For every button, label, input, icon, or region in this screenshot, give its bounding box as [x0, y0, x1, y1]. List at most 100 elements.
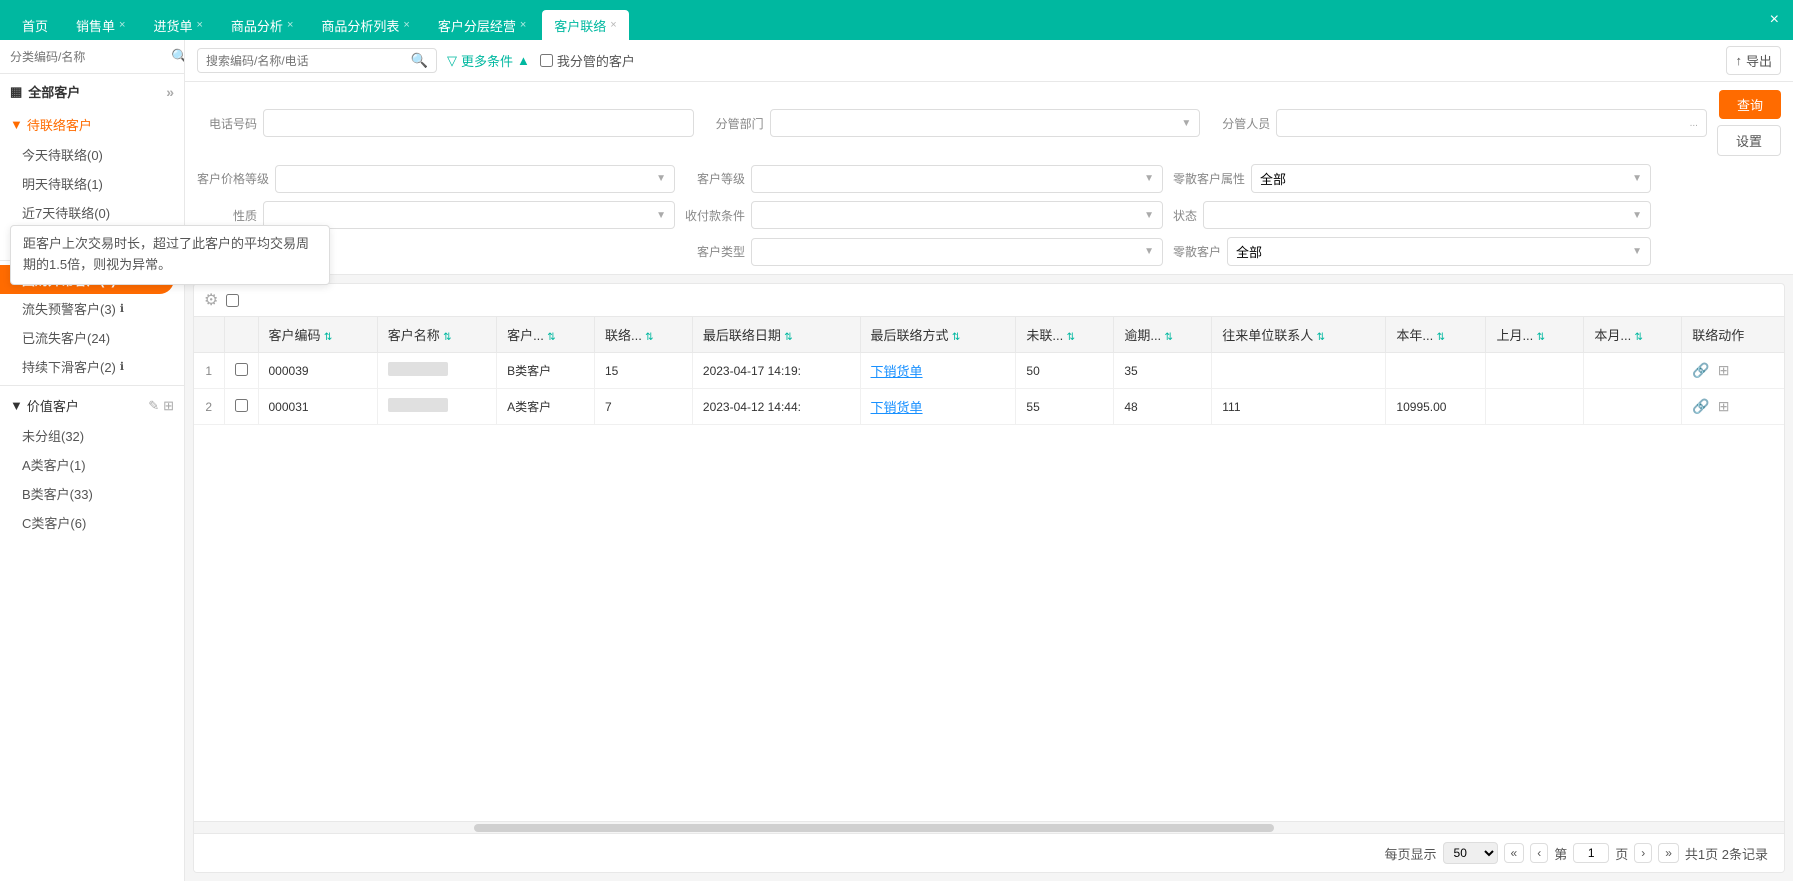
sort-code-icon[interactable]: ⇅ [324, 332, 332, 343]
query-button[interactable]: 查询 [1719, 90, 1781, 119]
payment-select[interactable]: ▼ [751, 201, 1163, 229]
sidebar-search-icon[interactable]: 🔍 [171, 48, 185, 65]
more-conditions-button[interactable]: ▽ 更多条件 ▲ [447, 51, 530, 70]
action-icons-1: 🔗 ⊞ [1692, 362, 1774, 379]
sort-last-month-icon[interactable]: ⇅ [1537, 332, 1545, 343]
sidebar-item-continuous-decline[interactable]: 持续下滑客户(2) ℹ [0, 352, 184, 381]
branch-dept-select[interactable]: ▼ [770, 109, 1201, 137]
sidebar-item-class-c[interactable]: C类客户(6) [0, 508, 184, 537]
action-link-icon-2[interactable]: 🔗 [1692, 398, 1709, 415]
row-actions-1: 🔗 ⊞ [1682, 353, 1784, 389]
horizontal-scrollbar[interactable] [194, 821, 1784, 833]
close-customer-tier-tab[interactable]: × [520, 19, 526, 31]
group-expand-icon[interactable]: ⊞ [163, 398, 174, 414]
tab-purchase[interactable]: 进货单 × [141, 10, 214, 40]
all-customers-label: 全部客户 [28, 82, 80, 101]
row-contact-count-1: 15 [594, 353, 692, 389]
page-number-input[interactable] [1573, 843, 1609, 863]
sidebar-item-class-a[interactable]: A类客户(1) [0, 450, 184, 479]
value-customer-group[interactable]: ▼ 价值客户 ✎ ⊞ [0, 390, 184, 421]
customer-grade-select[interactable]: ▼ [751, 165, 1163, 193]
filter-search-icon[interactable]: 🔍 [411, 52, 428, 69]
sidebar-item-lost-preview[interactable]: 流失预警客户(3) ℹ [0, 294, 184, 323]
customer-type-select[interactable]: ▼ [751, 238, 1163, 266]
sort-this-month-icon[interactable]: ⇅ [1635, 332, 1643, 343]
close-purchase-tab[interactable]: × [196, 19, 202, 31]
sort-last-method-icon[interactable]: ⇅ [952, 332, 960, 343]
customer-price-select[interactable]: ▼ [275, 165, 675, 193]
sort-uncontacted-icon[interactable]: ⇅ [1067, 332, 1075, 343]
sort-type-icon[interactable]: ⇅ [547, 332, 555, 343]
content-area: 🔍 ▽ 更多条件 ▲ 我分管的客户 ↑ 导出 电话号码 [185, 40, 1793, 881]
col-type: 客户... ⇅ [497, 317, 595, 353]
sidebar-search-input[interactable] [10, 50, 165, 64]
sort-overdue-icon[interactable]: ⇅ [1165, 332, 1173, 343]
col-check [224, 317, 258, 353]
tab-home[interactable]: 首页 [10, 10, 60, 40]
my-customer-checkbox[interactable] [540, 54, 553, 67]
tab-customer-contact[interactable]: 客户联络 × [542, 10, 628, 40]
tab-product-analysis[interactable]: 商品分析 × [219, 10, 305, 40]
close-customer-contact-tab[interactable]: × [610, 19, 616, 31]
last-page-button[interactable]: » [1658, 843, 1679, 863]
sidebar-item-tomorrow[interactable]: 明天待联络(1) [0, 169, 184, 198]
tab-product-analysis-list[interactable]: 商品分析列表 × [309, 10, 421, 40]
sort-this-year-icon[interactable]: ⇅ [1437, 332, 1445, 343]
sort-company-contact-icon[interactable]: ⇅ [1317, 332, 1325, 343]
select-all-checkbox[interactable] [226, 294, 239, 307]
retail-customer-select[interactable]: 全部 ▼ [1227, 237, 1651, 266]
row-name-2[interactable] [377, 389, 496, 425]
sort-last-date-icon[interactable]: ⇅ [784, 332, 792, 343]
col-code: 客户编码 ⇅ [258, 317, 377, 353]
action-grid-icon-1[interactable]: ⊞ [1718, 362, 1730, 379]
sidebar-item-class-b[interactable]: B类客户(33) [0, 479, 184, 508]
sidebar-item-already-lost[interactable]: 已流失客户(24) [0, 323, 184, 352]
phone-field: 电话号码 [197, 109, 694, 137]
row-name-1[interactable] [377, 353, 496, 389]
retail-attr-select[interactable]: 全部 ▼ [1251, 164, 1651, 193]
table-settings-button[interactable]: ⚙ [204, 290, 218, 310]
row-last-method-1[interactable]: 下销货单 [860, 353, 1016, 389]
row-checkbox-2[interactable] [235, 399, 248, 412]
prev-page-button[interactable]: ‹ [1530, 843, 1548, 863]
action-grid-icon-2[interactable]: ⊞ [1718, 398, 1730, 415]
next-page-button[interactable]: › [1634, 843, 1652, 863]
filter-search-input[interactable] [206, 54, 405, 68]
table-scroll-area[interactable]: 客户编码 ⇅ 客户名称 ⇅ 客户... ⇅ [194, 317, 1784, 821]
customer-type-field: 客户类型 ▼ [685, 238, 1163, 266]
sort-contact-count-icon[interactable]: ⇅ [645, 332, 653, 343]
row-checkbox-1[interactable] [235, 363, 248, 376]
tab-customer-tier[interactable]: 客户分层经营 × [426, 10, 538, 40]
first-page-button[interactable]: « [1504, 843, 1525, 863]
sort-name-icon[interactable]: ⇅ [443, 332, 451, 343]
per-page-select[interactable]: 50 20 100 [1443, 842, 1498, 864]
sidebar-header: ▦ 全部客户 » [0, 74, 184, 109]
settings-button[interactable]: 设置 [1717, 125, 1781, 156]
pending-contact-group[interactable]: ▼ 待联络客户 [0, 109, 184, 140]
close-product-analysis-list-tab[interactable]: × [403, 19, 409, 31]
chevron-up-icon: ▲ [517, 53, 530, 68]
row-check-2[interactable] [224, 389, 258, 425]
row-check-1[interactable] [224, 353, 258, 389]
tooltip-box: 距客户上次交易时长，超过了此客户的平均交易周期的1.5倍，则视为异常。 [10, 225, 330, 285]
branch-person-select[interactable]: ... [1276, 109, 1707, 137]
edit-icon[interactable]: ✎ [148, 398, 159, 414]
phone-input[interactable] [263, 109, 694, 137]
sidebar-item-today[interactable]: 今天待联络(0) [0, 140, 184, 169]
scroll-thumb[interactable] [474, 824, 1274, 832]
retail-attr-field: 零散客户属性 全部 ▼ [1173, 164, 1651, 193]
export-button[interactable]: ↑ 导出 [1726, 46, 1781, 75]
status-select[interactable]: ▼ [1203, 201, 1651, 229]
top-nav: 首页 销售单 × 进货单 × 商品分析 × 商品分析列表 × 客户分层经营 × … [0, 0, 1793, 40]
window-close-button[interactable]: × [1766, 7, 1783, 33]
close-product-analysis-tab[interactable]: × [287, 19, 293, 31]
tab-sales[interactable]: 销售单 × [64, 10, 137, 40]
sidebar-item-7days[interactable]: 近7天待联络(0) [0, 198, 184, 227]
row-last-method-2[interactable]: 下销货单 [860, 389, 1016, 425]
row-company-contact-1 [1212, 353, 1386, 389]
action-link-icon-1[interactable]: 🔗 [1692, 362, 1709, 379]
close-sales-tab[interactable]: × [119, 19, 125, 31]
sidebar-item-unsorted[interactable]: 未分组(32) [0, 421, 184, 450]
sidebar-collapse-button[interactable]: » [166, 84, 174, 100]
customer-grade-chevron: ▼ [1144, 173, 1154, 184]
